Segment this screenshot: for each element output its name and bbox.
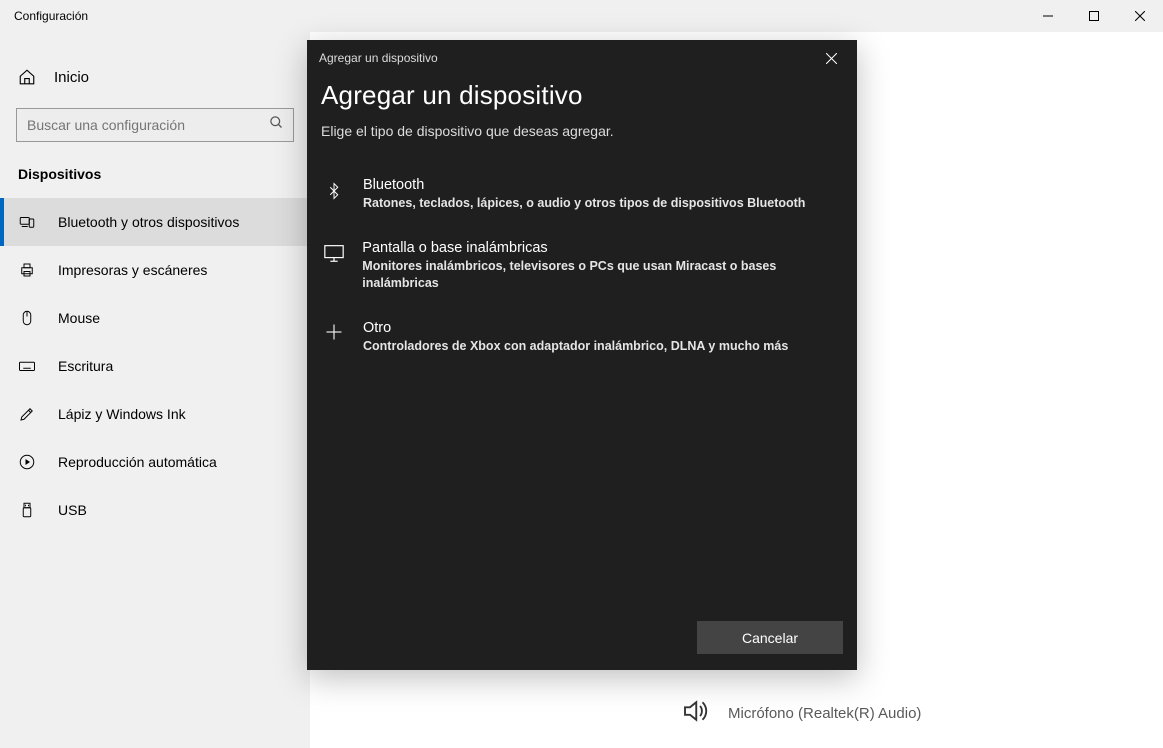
sidebar-item-pen[interactable]: Lápiz y Windows Ink [0, 390, 310, 438]
keyboard-icon [18, 357, 36, 375]
device-label: Micrófono (Realtek(R) Audio) [728, 705, 921, 722]
home-link[interactable]: Inicio [0, 60, 310, 94]
printer-icon [18, 261, 36, 279]
sidebar-section-label: Dispositivos [0, 160, 310, 198]
maximize-button[interactable] [1071, 0, 1117, 32]
sidebar-item-label: USB [58, 502, 87, 518]
add-device-dialog: Agregar un dispositivo Agregar un dispos… [307, 40, 857, 670]
usb-icon [18, 501, 36, 519]
sidebar-item-label: Lápiz y Windows Ink [58, 406, 186, 422]
search-container [16, 108, 294, 142]
option-wireless-display[interactable]: Pantalla o base inalámbricas Monitores i… [321, 230, 843, 310]
sidebar-item-printers[interactable]: Impresoras y escáneres [0, 246, 310, 294]
close-button[interactable] [1117, 0, 1163, 32]
monitor-icon [321, 240, 346, 264]
close-icon [826, 53, 837, 64]
pen-icon [18, 405, 36, 423]
device-entry[interactable]: Micrófono (Realtek(R) Audio) [680, 696, 921, 731]
sidebar-item-mouse[interactable]: Mouse [0, 294, 310, 342]
close-icon [1135, 11, 1145, 21]
window-controls [1025, 0, 1163, 32]
dialog-footer: Cancelar [307, 609, 857, 670]
dialog-title: Agregar un dispositivo [319, 51, 438, 65]
option-other[interactable]: Otro Controladores de Xbox con adaptador… [321, 310, 843, 373]
bluetooth-icon [321, 177, 347, 203]
dialog-close-button[interactable] [817, 44, 845, 72]
sidebar-item-label: Reproducción automática [58, 454, 217, 470]
option-title: Pantalla o base inalámbricas [362, 240, 843, 256]
minimize-icon [1043, 11, 1053, 21]
sidebar-item-autoplay[interactable]: Reproducción automática [0, 438, 310, 486]
option-title: Bluetooth [363, 177, 805, 193]
window-titlebar: Configuración [0, 0, 1163, 32]
dialog-titlebar: Agregar un dispositivo [307, 40, 857, 76]
option-title: Otro [363, 320, 788, 336]
maximize-icon [1089, 11, 1099, 21]
mouse-icon [18, 309, 36, 327]
sidebar-item-label: Impresoras y escáneres [58, 262, 207, 278]
sidebar: Inicio Dispositivos Bluetooth y otros di… [0, 32, 310, 748]
home-label: Inicio [54, 69, 89, 86]
window-title: Configuración [14, 9, 88, 23]
dialog-subheading: Elige el tipo de dispositivo que deseas … [321, 123, 843, 139]
sidebar-item-label: Escritura [58, 358, 113, 374]
plus-icon [321, 320, 347, 342]
sidebar-item-typing[interactable]: Escritura [0, 342, 310, 390]
dialog-heading: Agregar un dispositivo [321, 80, 843, 111]
option-bluetooth[interactable]: Bluetooth Ratones, teclados, lápices, o … [321, 167, 843, 230]
sidebar-item-label: Bluetooth y otros dispositivos [58, 214, 239, 230]
sidebar-item-bluetooth[interactable]: Bluetooth y otros dispositivos [0, 198, 310, 246]
autoplay-icon [18, 453, 36, 471]
option-desc: Ratones, teclados, lápices, o audio y ot… [363, 195, 805, 212]
option-desc: Monitores inalámbricos, televisores o PC… [362, 258, 843, 292]
option-desc: Controladores de Xbox con adaptador inal… [363, 338, 788, 355]
search-input[interactable] [16, 108, 294, 142]
search-icon [269, 115, 284, 135]
sidebar-item-label: Mouse [58, 310, 100, 326]
sidebar-item-usb[interactable]: USB [0, 486, 310, 534]
dialog-body: Agregar un dispositivo Elige el tipo de … [307, 76, 857, 609]
microphone-icon [680, 696, 710, 731]
cancel-button[interactable]: Cancelar [697, 621, 843, 654]
home-icon [18, 68, 36, 86]
devices-icon [18, 213, 36, 231]
minimize-button[interactable] [1025, 0, 1071, 32]
